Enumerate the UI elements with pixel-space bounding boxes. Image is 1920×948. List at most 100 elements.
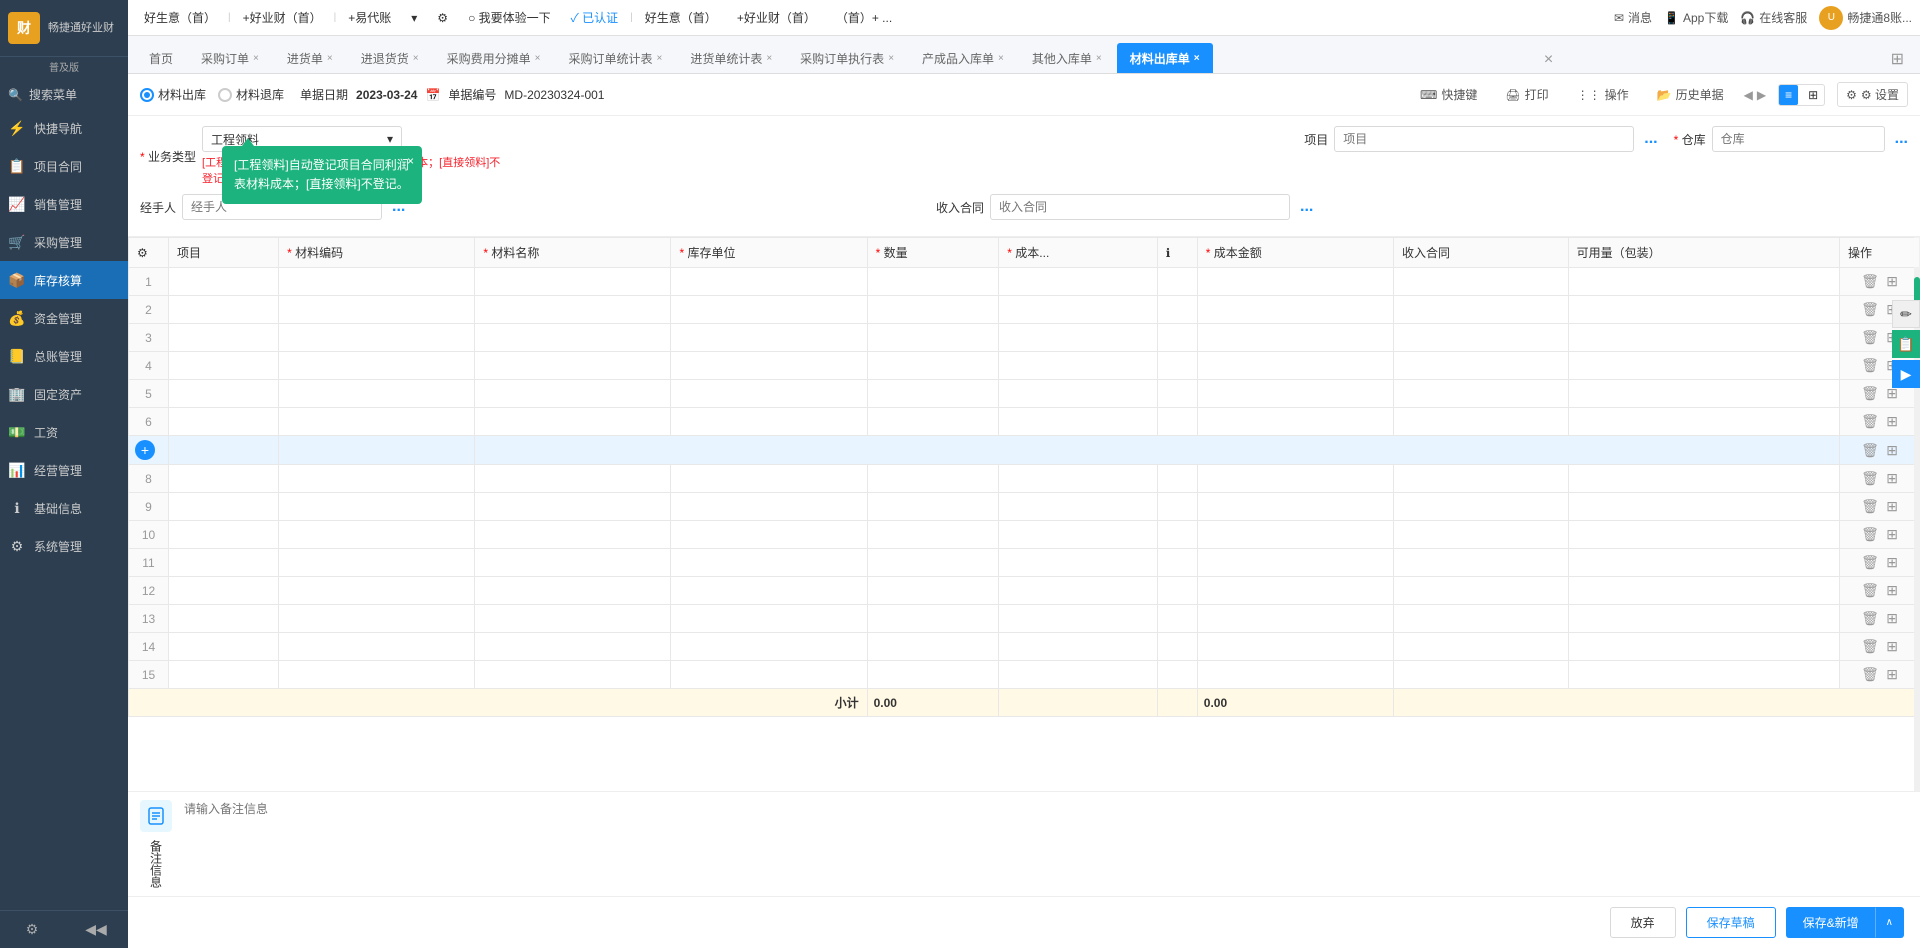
tab-product-receipt[interactable]: 产成品入库单 × (909, 43, 1017, 73)
row-6-income-contract[interactable] (1393, 408, 1568, 436)
row-12-qty[interactable] (867, 577, 999, 605)
add-row-btn[interactable]: + (135, 440, 155, 460)
delete-row-9-btn[interactable]: 🗑 (1861, 498, 1879, 514)
row-1-cost-amount[interactable] (1197, 268, 1393, 296)
save-draft-btn[interactable]: 保存草稿 (1686, 907, 1776, 938)
row-9-cost-amount[interactable] (1197, 493, 1393, 521)
topbar-experience[interactable]: ○ 我要体验一下 (460, 5, 559, 30)
row-15-income-contract[interactable] (1393, 661, 1568, 689)
row-5-qty[interactable] (867, 380, 999, 408)
row-4-cost-amount[interactable] (1197, 352, 1393, 380)
row-3-cost-price[interactable] (999, 324, 1158, 352)
topbar-good-biz2[interactable]: 好生意（首） (637, 5, 725, 30)
nav-layout-btn[interactable]: ⊞ (1883, 45, 1912, 73)
row-4-project[interactable] (169, 352, 279, 380)
delete-row-11-btn[interactable]: 🗑 (1861, 554, 1879, 570)
row-11-income-contract[interactable] (1393, 549, 1568, 577)
row-8-qty[interactable] (867, 465, 999, 493)
delete-row-1-btn[interactable]: 🗑 (1861, 273, 1879, 289)
income-contract-input[interactable] (990, 194, 1290, 220)
th-settings[interactable]: ⚙ (129, 238, 169, 268)
delete-row-12-btn[interactable]: 🗑 (1861, 582, 1879, 598)
row-14-cost-price[interactable] (999, 633, 1158, 661)
row-14-cost-amount[interactable] (1197, 633, 1393, 661)
row-12-name[interactable] (475, 577, 671, 605)
topbar-easy-account[interactable]: +易代账 (340, 5, 399, 30)
row-4-cost-price[interactable] (999, 352, 1158, 380)
copy-row-6-btn[interactable]: ⊞ (1886, 413, 1898, 429)
warehouse-dots-btn[interactable]: ... (1895, 130, 1908, 148)
row-8-project[interactable] (169, 465, 279, 493)
tab-goods-receipt[interactable]: 进货单 × (274, 43, 346, 73)
row-11-project[interactable] (169, 549, 279, 577)
tab-purchase-stats[interactable]: 采购订单统计表 × (555, 43, 675, 73)
print-btn[interactable]: 🖨 打印 (1497, 83, 1556, 106)
row-10-cost-amount[interactable] (1197, 521, 1393, 549)
row-2-code[interactable] (279, 296, 475, 324)
nav-close-all-btn[interactable]: × (1536, 47, 1561, 73)
topbar-app-download[interactable]: 📱 App下载 (1664, 9, 1728, 26)
row-6-name[interactable] (475, 408, 671, 436)
row-9-income-contract[interactable] (1393, 493, 1568, 521)
delete-add-row-btn[interactable]: 🗑 (1861, 442, 1879, 458)
row-4-qty[interactable] (867, 352, 999, 380)
delete-row-14-btn[interactable]: 🗑 (1861, 638, 1879, 654)
row-1-name[interactable] (475, 268, 671, 296)
history-docs-btn[interactable]: 📂 历史单据 (1649, 83, 1732, 106)
delete-row-5-btn[interactable]: 🗑 (1861, 385, 1879, 401)
add-row-col2[interactable] (279, 436, 475, 465)
row-5-cost-amount[interactable] (1197, 380, 1393, 408)
row-3-qty[interactable] (867, 324, 999, 352)
row-9-qty[interactable] (867, 493, 999, 521)
row-8-name[interactable] (475, 465, 671, 493)
row-2-cost-amount[interactable] (1197, 296, 1393, 324)
copy-row-10-btn[interactable]: ⊞ (1886, 526, 1898, 542)
row-1-income-contract[interactable] (1393, 268, 1568, 296)
row-13-cost-amount[interactable] (1197, 605, 1393, 633)
row-15-cost-price[interactable] (999, 661, 1158, 689)
topbar-certified[interactable]: ✓ 已认证 (563, 5, 627, 30)
row-12-cost-amount[interactable] (1197, 577, 1393, 605)
project-dots-btn[interactable]: ... (1644, 130, 1657, 148)
row-14-code[interactable] (279, 633, 475, 661)
list-view-btn[interactable]: ≡ (1779, 85, 1798, 105)
row-13-cost-price[interactable] (999, 605, 1158, 633)
tab-other-receipt[interactable]: 其他入库单 × (1019, 43, 1115, 73)
row-6-project[interactable] (169, 408, 279, 436)
project-input[interactable] (1334, 126, 1634, 152)
topbar-user[interactable]: U 畅捷通8账... (1819, 6, 1912, 30)
notes-icon[interactable] (140, 800, 172, 832)
copy-row-11-btn[interactable]: ⊞ (1886, 554, 1898, 570)
delete-row-15-btn[interactable]: 🗑 (1861, 666, 1879, 682)
tab-other-receipt-close[interactable]: × (1096, 53, 1102, 64)
delete-row-8-btn[interactable]: 🗑 (1861, 470, 1879, 486)
sidebar-item-finance[interactable]: 💰 资金管理 (0, 299, 128, 337)
row-9-unit[interactable] (671, 493, 867, 521)
topbar-settings-btn[interactable]: ⚙ (429, 7, 456, 29)
row-8-code[interactable] (279, 465, 475, 493)
row-10-unit[interactable] (671, 521, 867, 549)
row-12-income-contract[interactable] (1393, 577, 1568, 605)
row-13-project[interactable] (169, 605, 279, 633)
row-4-name[interactable] (475, 352, 671, 380)
topbar-message[interactable]: ✉ 消息 (1614, 9, 1652, 26)
row-1-qty[interactable] (867, 268, 999, 296)
row-10-code[interactable] (279, 521, 475, 549)
tab-home[interactable]: 首页 (136, 43, 186, 73)
tab-purchase-expense-close[interactable]: × (535, 53, 541, 64)
topbar-online-service[interactable]: 🎧 在线客服 (1740, 9, 1807, 26)
row-10-qty[interactable] (867, 521, 999, 549)
row-13-code[interactable] (279, 605, 475, 633)
tab-purchase-stats-close[interactable]: × (656, 53, 662, 64)
row-11-code[interactable] (279, 549, 475, 577)
row-15-code[interactable] (279, 661, 475, 689)
delete-row-10-btn[interactable]: 🗑 (1861, 526, 1879, 542)
copy-row-8-btn[interactable]: ⊞ (1886, 470, 1898, 486)
copy-row-13-btn[interactable]: ⊞ (1886, 610, 1898, 626)
tab-material-issue[interactable]: 材料出库单 × (1117, 43, 1213, 73)
income-contract-dots-btn[interactable]: ... (1300, 198, 1313, 216)
sidebar-item-operations[interactable]: 📊 经营管理 (0, 451, 128, 489)
sidebar-item-basic-info[interactable]: ℹ 基础信息 (0, 489, 128, 527)
row-6-unit[interactable] (671, 408, 867, 436)
row-5-unit[interactable] (671, 380, 867, 408)
